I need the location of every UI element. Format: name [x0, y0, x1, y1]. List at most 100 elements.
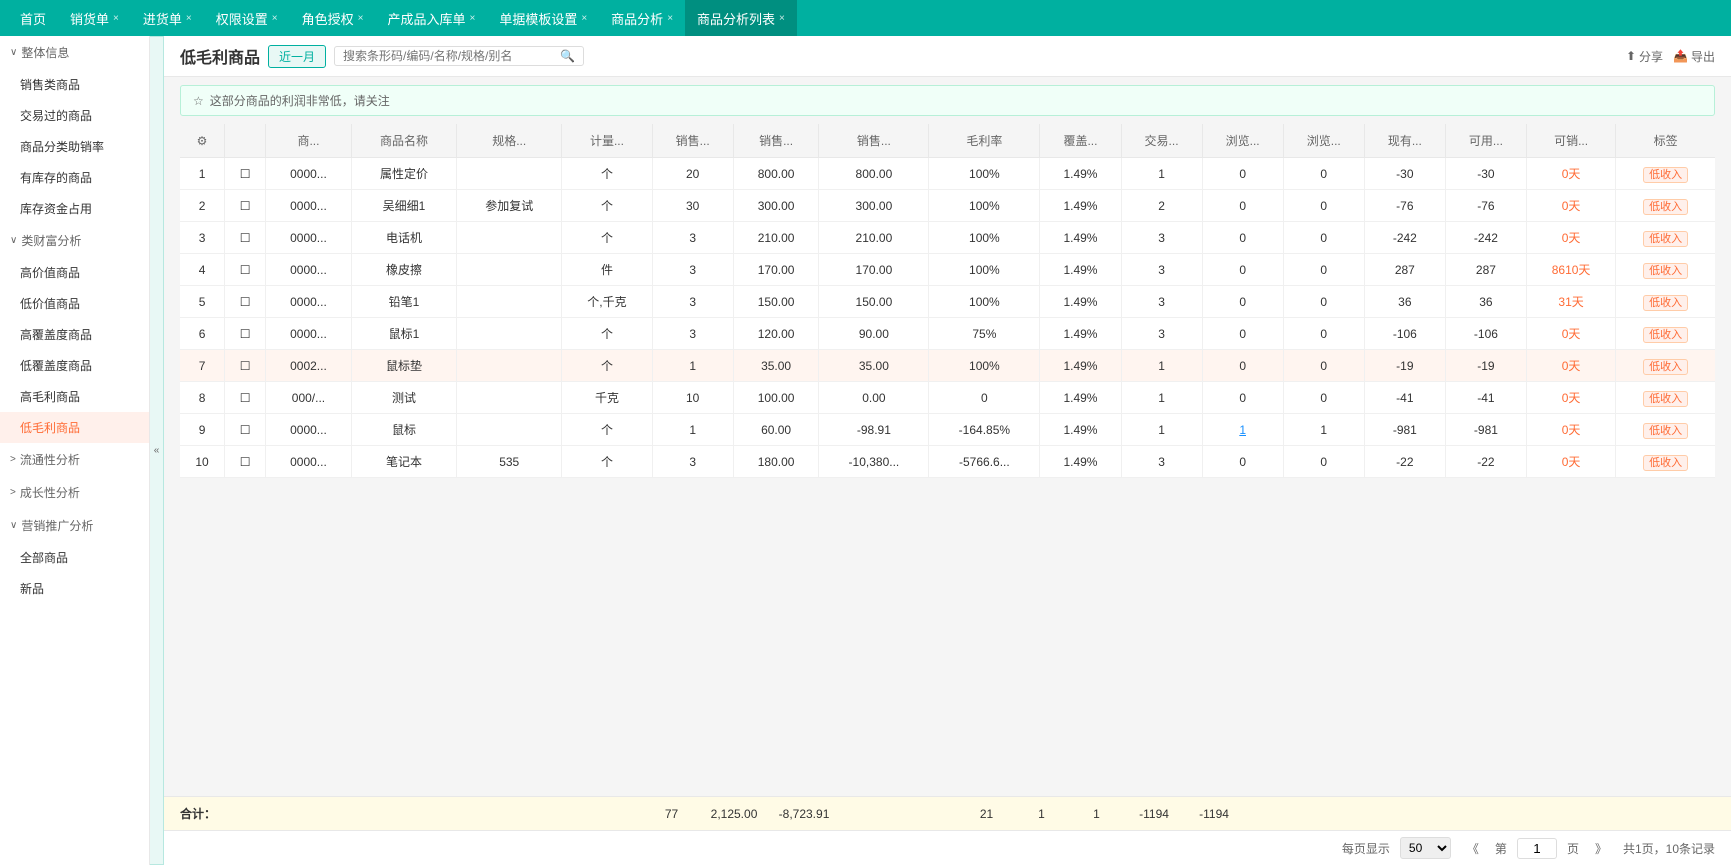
row-checkbox[interactable]: ☐ — [225, 350, 266, 382]
close-tab-icon[interactable]: × — [667, 13, 673, 24]
nav-item-角色授权[interactable]: 角色授权 × — [290, 0, 376, 36]
sidebar-item-低价值商品[interactable]: 低价值商品 — [0, 288, 149, 319]
row-checkbox[interactable]: ☐ — [225, 318, 266, 350]
nav-item-首页[interactable]: 首页 — [8, 0, 58, 36]
row-checkbox[interactable]: ☐ — [225, 446, 266, 478]
row-coverage: 1.49% — [1040, 414, 1121, 446]
nav-item-产成品入库单[interactable]: 产成品入库单 × — [375, 0, 487, 36]
sidebar-item-商品分类助销率[interactable]: 商品分类助销率 — [0, 131, 149, 162]
per-page-select[interactable]: 50 100 200 — [1400, 837, 1451, 859]
row-spec: 535 — [457, 446, 562, 478]
row-view1[interactable]: 0 — [1202, 190, 1283, 222]
search-icon[interactable]: 🔍 — [560, 49, 575, 63]
row-view1[interactable]: 0 — [1202, 158, 1283, 190]
row-checkbox[interactable]: ☐ — [225, 158, 266, 190]
sidebar-item-全部商品[interactable]: 全部商品 — [0, 542, 149, 573]
search-input[interactable] — [343, 49, 560, 63]
nav-item-进货单[interactable]: 进货单 × — [131, 0, 204, 36]
sidebar-item-有库存的商品[interactable]: 有库存的商品 — [0, 162, 149, 193]
col-header-name[interactable]: 商品名称 — [351, 124, 456, 158]
row-view1[interactable]: 0 — [1202, 446, 1283, 478]
next-page-button[interactable]: 》 — [1589, 838, 1613, 859]
row-transaction: 1 — [1121, 158, 1202, 190]
col-header-coverage[interactable]: 覆盖... — [1040, 124, 1121, 158]
row-unit: 千克 — [562, 382, 652, 414]
filter-button[interactable]: 近一月 — [268, 45, 326, 68]
sidebar-item-低毛利商品[interactable]: 低毛利商品 — [0, 412, 149, 443]
col-header-available[interactable]: 可用... — [1445, 124, 1526, 158]
row-view1[interactable]: 0 — [1202, 286, 1283, 318]
col-header-current[interactable]: 现有... — [1364, 124, 1445, 158]
sidebar-section-整体信息[interactable]: ∨整体信息 — [0, 36, 149, 69]
col-header-margin_rate[interactable]: 毛利率 — [929, 124, 1040, 158]
col-header-sellable[interactable]: 可销... — [1526, 124, 1615, 158]
row-checkbox[interactable]: ☐ — [225, 382, 266, 414]
row-checkbox[interactable]: ☐ — [225, 254, 266, 286]
row-margin-rate: 75% — [929, 318, 1040, 350]
col-header-tag[interactable]: 标签 — [1616, 124, 1715, 158]
col-header-sales_count[interactable]: 销售... — [652, 124, 733, 158]
col-header-transaction[interactable]: 交易... — [1121, 124, 1202, 158]
row-view1[interactable]: 0 — [1202, 254, 1283, 286]
sidebar-section-流通性分析[interactable]: >流通性分析 — [0, 443, 149, 476]
row-checkbox[interactable]: ☐ — [225, 286, 266, 318]
record-summary: 共1页，10条记录 — [1623, 840, 1715, 857]
close-tab-icon[interactable]: × — [186, 13, 192, 24]
close-tab-icon[interactable]: × — [272, 13, 278, 24]
sidebar-item-高价值商品[interactable]: 高价值商品 — [0, 257, 149, 288]
nav-item-商品分析[interactable]: 商品分析 × — [599, 0, 685, 36]
row-sellable: 0天 — [1526, 190, 1615, 222]
row-number: 2 — [180, 190, 225, 222]
col-header-unit[interactable]: 计量... — [562, 124, 652, 158]
sidebar-item-交易过的商品[interactable]: 交易过的商品 — [0, 100, 149, 131]
row-view1[interactable]: 0 — [1202, 318, 1283, 350]
close-tab-icon[interactable]: × — [113, 13, 119, 24]
row-view1[interactable]: 0 — [1202, 382, 1283, 414]
sidebar-section-营销推广分析[interactable]: ∨营销推广分析 — [0, 509, 149, 542]
row-view1[interactable]: 0 — [1202, 222, 1283, 254]
nav-item-单据模板设置[interactable]: 单据模板设置 × — [487, 0, 599, 36]
col-header-code[interactable]: 商... — [266, 124, 352, 158]
close-tab-icon[interactable]: × — [358, 13, 364, 24]
col-header-sales_amount[interactable]: 销售... — [819, 124, 929, 158]
sidebar-item-库存资金占用[interactable]: 库存资金占用 — [0, 193, 149, 224]
sidebar-item-低覆盖度商品[interactable]: 低覆盖度商品 — [0, 350, 149, 381]
row-checkbox[interactable]: ☐ — [225, 414, 266, 446]
export-button[interactable]: 📤 导出 — [1673, 48, 1715, 65]
row-view1[interactable]: 1 — [1202, 414, 1283, 446]
nav-item-商品分析列表[interactable]: 商品分析列表 × — [685, 0, 797, 36]
page-title: 低毛利商品 — [180, 44, 260, 68]
page-number-input[interactable] — [1517, 838, 1557, 859]
col-header-view1[interactable]: 浏览... — [1202, 124, 1283, 158]
sidebar-section-类财富分析[interactable]: ∨类财富分析 — [0, 224, 149, 257]
prev-page-button[interactable]: 《 — [1461, 838, 1485, 859]
sidebar-item-高毛利商品[interactable]: 高毛利商品 — [0, 381, 149, 412]
col-header-sales_price[interactable]: 销售... — [733, 124, 819, 158]
sidebar-section-成长性分析[interactable]: >成长性分析 — [0, 476, 149, 509]
row-transaction: 3 — [1121, 446, 1202, 478]
nav-item-销货单[interactable]: 销货单 × — [58, 0, 131, 36]
sidebar-item-新品[interactable]: 新品 — [0, 573, 149, 604]
col-header-check[interactable] — [225, 124, 266, 158]
row-view1[interactable]: 0 — [1202, 350, 1283, 382]
col-header-spec[interactable]: 规格... — [457, 124, 562, 158]
sidebar-item-高覆盖度商品[interactable]: 高覆盖度商品 — [0, 319, 149, 350]
nav-item-权限设置[interactable]: 权限设置 × — [204, 0, 290, 36]
col-header-settings[interactable]: ⚙ — [180, 124, 225, 158]
row-available: -22 — [1445, 446, 1526, 478]
sidebar-item-销售类商品[interactable]: 销售类商品 — [0, 69, 149, 100]
sidebar-toggle-btn[interactable]: « — [150, 36, 164, 865]
table-container[interactable]: ⚙商...商品名称规格...计量...销售...销售...销售...毛利率覆盖.… — [164, 124, 1731, 796]
col-header-view2[interactable]: 浏览... — [1283, 124, 1364, 158]
row-view2: 1 — [1283, 414, 1364, 446]
share-button[interactable]: ⬆ 分享 — [1626, 48, 1663, 65]
close-tab-icon[interactable]: × — [469, 13, 475, 24]
view-link[interactable]: 1 — [1239, 423, 1246, 437]
row-checkbox[interactable]: ☐ — [225, 222, 266, 254]
sidebar: ∨整体信息销售类商品交易过的商品商品分类助销率有库存的商品库存资金占用∨类财富分… — [0, 36, 150, 865]
close-tab-icon[interactable]: × — [779, 13, 785, 24]
close-tab-icon[interactable]: × — [581, 13, 587, 24]
row-checkbox[interactable]: ☐ — [225, 190, 266, 222]
row-available: -106 — [1445, 318, 1526, 350]
row-tag: 低收入 — [1616, 222, 1715, 254]
